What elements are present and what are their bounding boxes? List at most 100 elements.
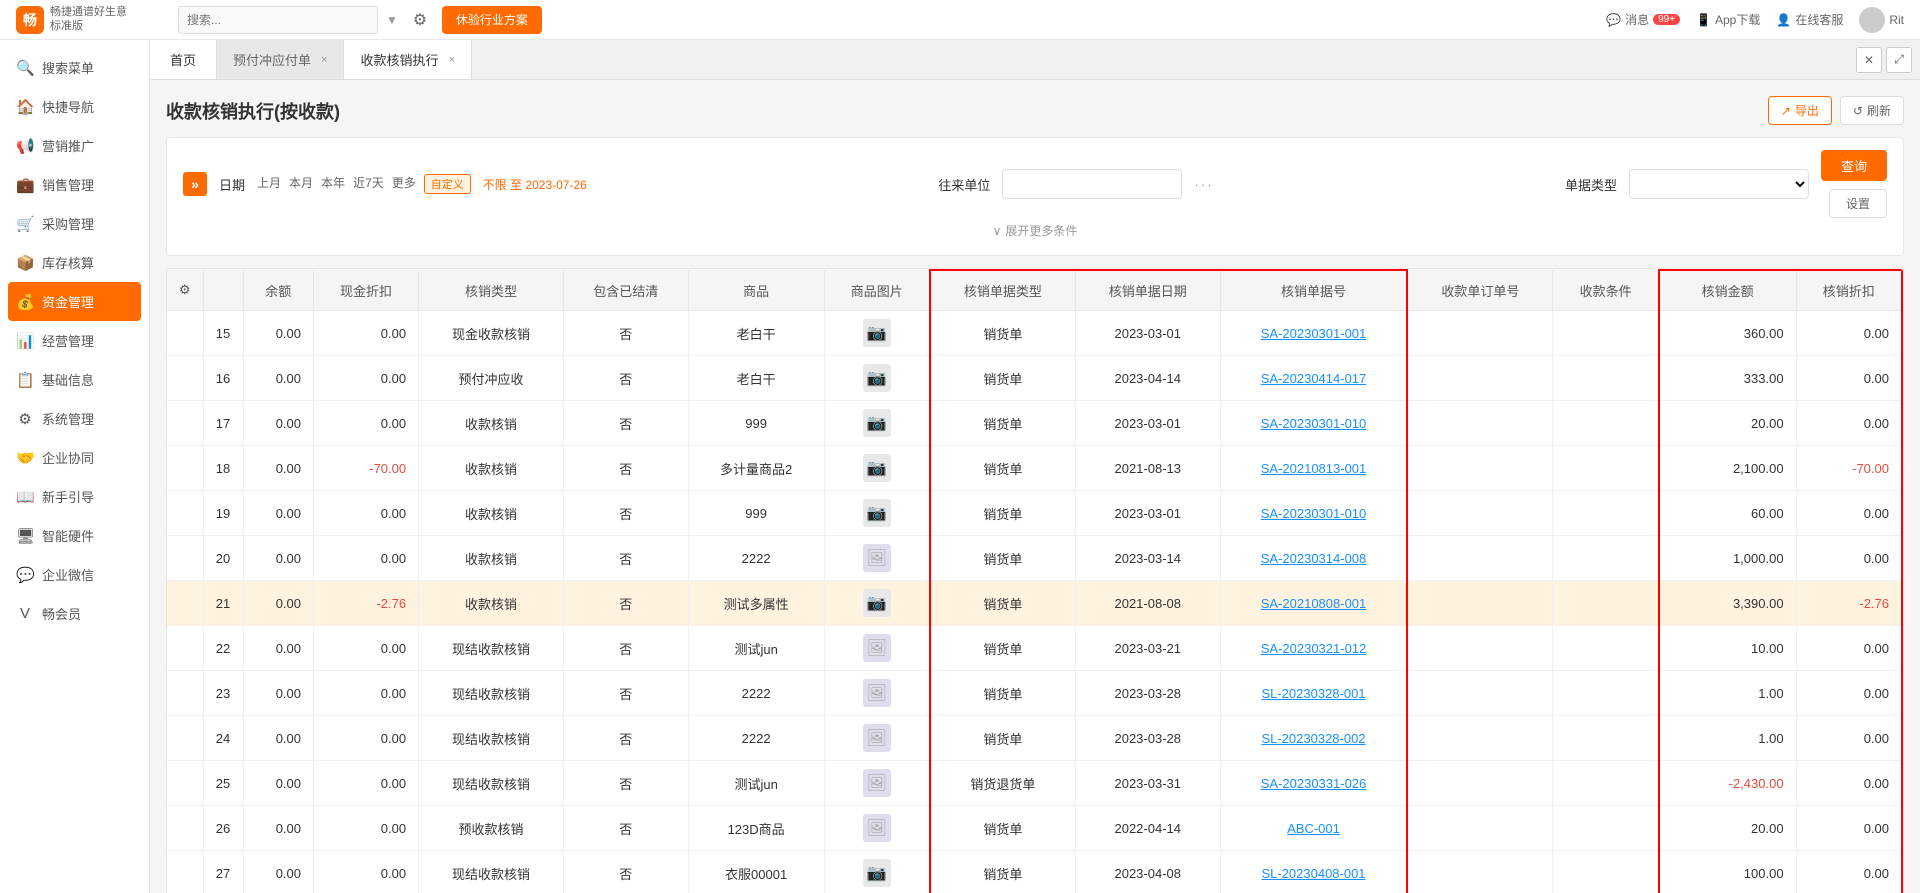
- td-settings: [167, 536, 203, 581]
- product-image: 📷: [863, 319, 891, 347]
- td-payment-cond: [1553, 851, 1659, 893]
- td-cancel-discount: 0.00: [1796, 311, 1902, 356]
- sidebar-item-vip[interactable]: V 畅会员: [0, 594, 149, 633]
- sidebar-item-guide[interactable]: 📖 新手引导: [0, 477, 149, 516]
- tab-close-button[interactable]: ✕: [1856, 47, 1882, 73]
- sidebar-item-hardware[interactable]: 🖥 智能硬件: [0, 516, 149, 555]
- sidebar-item-search[interactable]: 🔍 搜索菜单: [0, 48, 149, 87]
- td-product: 测试jun: [688, 626, 824, 671]
- td-order-no: [1407, 491, 1552, 536]
- td-cash-discount: -2.76: [314, 581, 419, 626]
- expand-down-icon: ∨: [993, 224, 1002, 238]
- td-product-image: 📷: [824, 581, 930, 626]
- td-cash-discount: 0.00: [314, 716, 419, 761]
- page-title: 收款核销执行(按收款): [166, 98, 340, 124]
- td-balance: 0.00: [243, 581, 314, 626]
- tab-prepay-close[interactable]: ×: [321, 54, 327, 66]
- date-this-month[interactable]: 本月: [289, 174, 313, 194]
- td-bill-date: 2023-04-14: [1075, 356, 1220, 401]
- user-area[interactable]: Rit: [1859, 7, 1904, 33]
- collab-icon: 🤝: [16, 449, 34, 467]
- td-cancel-discount: -70.00: [1796, 446, 1902, 491]
- tab-home[interactable]: 首页: [150, 40, 217, 79]
- bill-type-select[interactable]: [1629, 169, 1809, 199]
- td-bill-no[interactable]: SL-20230408-001: [1220, 851, 1407, 893]
- td-bill-no[interactable]: SL-20230328-002: [1220, 716, 1407, 761]
- td-bill-no[interactable]: SA-20210808-001: [1220, 581, 1407, 626]
- td-bill-no[interactable]: SL-20230328-001: [1220, 671, 1407, 716]
- message-label: 消息: [1625, 11, 1649, 28]
- from-unit-input[interactable]: [1002, 169, 1182, 199]
- sidebar-item-management[interactable]: 📊 经营管理: [0, 321, 149, 360]
- td-settings: [167, 806, 203, 851]
- date-more[interactable]: 更多: [392, 174, 416, 194]
- query-button[interactable]: 查询: [1821, 150, 1887, 181]
- td-settings: [167, 311, 203, 356]
- td-bill-no[interactable]: SA-20230414-017: [1220, 356, 1407, 401]
- td-bill-date: 2023-03-01: [1075, 491, 1220, 536]
- sidebar-item-sales[interactable]: 💼 销售管理: [0, 165, 149, 204]
- td-bill-no[interactable]: ABC-001: [1220, 806, 1407, 851]
- sidebar-item-finance[interactable]: 💰 资金管理: [8, 282, 141, 321]
- sidebar-item-nav[interactable]: 🏠 快捷导航: [0, 87, 149, 126]
- message-button[interactable]: 💬 消息 99+: [1606, 11, 1680, 28]
- td-bill-no[interactable]: SA-20230301-001: [1220, 311, 1407, 356]
- filter-expand-button[interactable]: »: [183, 172, 207, 196]
- td-product: 2222: [688, 671, 824, 716]
- gear-button[interactable]: ⚙: [406, 6, 434, 34]
- tab-maximize-button[interactable]: ⤢: [1886, 47, 1912, 73]
- refresh-button[interactable]: ↺ 刷新: [1840, 96, 1904, 125]
- td-settings: [167, 626, 203, 671]
- td-row-num: 24: [203, 716, 243, 761]
- export-button[interactable]: ↗ 导出: [1768, 96, 1832, 125]
- tab-collection-close[interactable]: ×: [448, 54, 454, 66]
- top-search-input[interactable]: [178, 6, 378, 34]
- sidebar-item-basic[interactable]: 📋 基础信息: [0, 360, 149, 399]
- sidebar-item-label: 搜索菜单: [42, 58, 94, 77]
- td-bill-type: 销货单: [930, 851, 1075, 893]
- filter-settings-button[interactable]: 设置: [1829, 189, 1887, 218]
- td-bill-no[interactable]: SA-20230331-026: [1220, 761, 1407, 806]
- th-settings[interactable]: ⚙: [167, 270, 203, 311]
- product-image: 🖼: [863, 544, 891, 572]
- td-bill-no[interactable]: SA-20230301-010: [1220, 491, 1407, 536]
- online-service-button[interactable]: 👤 在线客服: [1776, 11, 1843, 28]
- message-badge: 99+: [1653, 14, 1680, 25]
- date-7days[interactable]: 近7天: [353, 174, 384, 194]
- td-bill-no[interactable]: SA-20210813-001: [1220, 446, 1407, 491]
- date-custom[interactable]: 自定义: [424, 174, 471, 194]
- td-bill-type: 销货单: [930, 716, 1075, 761]
- td-cancel-amount: 1.00: [1659, 671, 1796, 716]
- tab-collection[interactable]: 收款核销执行 ×: [344, 40, 471, 79]
- td-bill-no[interactable]: SA-20230321-012: [1220, 626, 1407, 671]
- sidebar-item-label: 资金管理: [42, 292, 94, 311]
- date-last-month[interactable]: 上月: [257, 174, 281, 194]
- top-right-area: 💬 消息 99+ 📱 App下载 👤 在线客服 Rit: [1606, 7, 1904, 33]
- page-header: 收款核销执行(按收款) ↗ 导出 ↺ 刷新: [166, 96, 1904, 125]
- tab-spacer: [472, 40, 1848, 79]
- td-include-settled: 否: [563, 491, 688, 536]
- export-label: 导出: [1795, 102, 1819, 119]
- sidebar-item-system[interactable]: ⚙ 系统管理: [0, 399, 149, 438]
- date-this-year[interactable]: 本年: [321, 174, 345, 194]
- sidebar-item-wechat[interactable]: 💬 企业微信: [0, 555, 149, 594]
- sidebar-item-label: 企业微信: [42, 565, 94, 584]
- sidebar-item-purchase[interactable]: 🛒 采购管理: [0, 204, 149, 243]
- td-settings: [167, 716, 203, 761]
- sidebar-item-inventory[interactable]: 📦 库存核算: [0, 243, 149, 282]
- td-balance: 0.00: [243, 356, 314, 401]
- td-bill-no[interactable]: SA-20230301-010: [1220, 401, 1407, 446]
- sidebar-item-collab[interactable]: 🤝 企业协同: [0, 438, 149, 477]
- tab-prepay[interactable]: 预付冲应付单 ×: [217, 40, 344, 79]
- app-download-button[interactable]: 📱 App下载: [1696, 11, 1760, 28]
- sidebar-item-label: 系统管理: [42, 409, 94, 428]
- td-cancel-discount: 0.00: [1796, 536, 1902, 581]
- td-settings: [167, 446, 203, 491]
- industry-button[interactable]: 休验行业方案: [442, 6, 542, 34]
- table-scroll[interactable]: ⚙ 余额 现金折扣 核销类型 包含已结清 商品 商品图片 核销单据类型 核销单据…: [167, 269, 1903, 893]
- expand-conditions-button[interactable]: ∨ 展开更多条件: [183, 222, 1887, 239]
- td-payment-cond: [1553, 671, 1659, 716]
- td-bill-no[interactable]: SA-20230314-008: [1220, 536, 1407, 581]
- sidebar-item-marketing[interactable]: 📢 营销推广: [0, 126, 149, 165]
- table-row: 25 0.00 0.00 现结收款核销 否 测试jun 🖼 销货退货单 2023…: [167, 761, 1902, 806]
